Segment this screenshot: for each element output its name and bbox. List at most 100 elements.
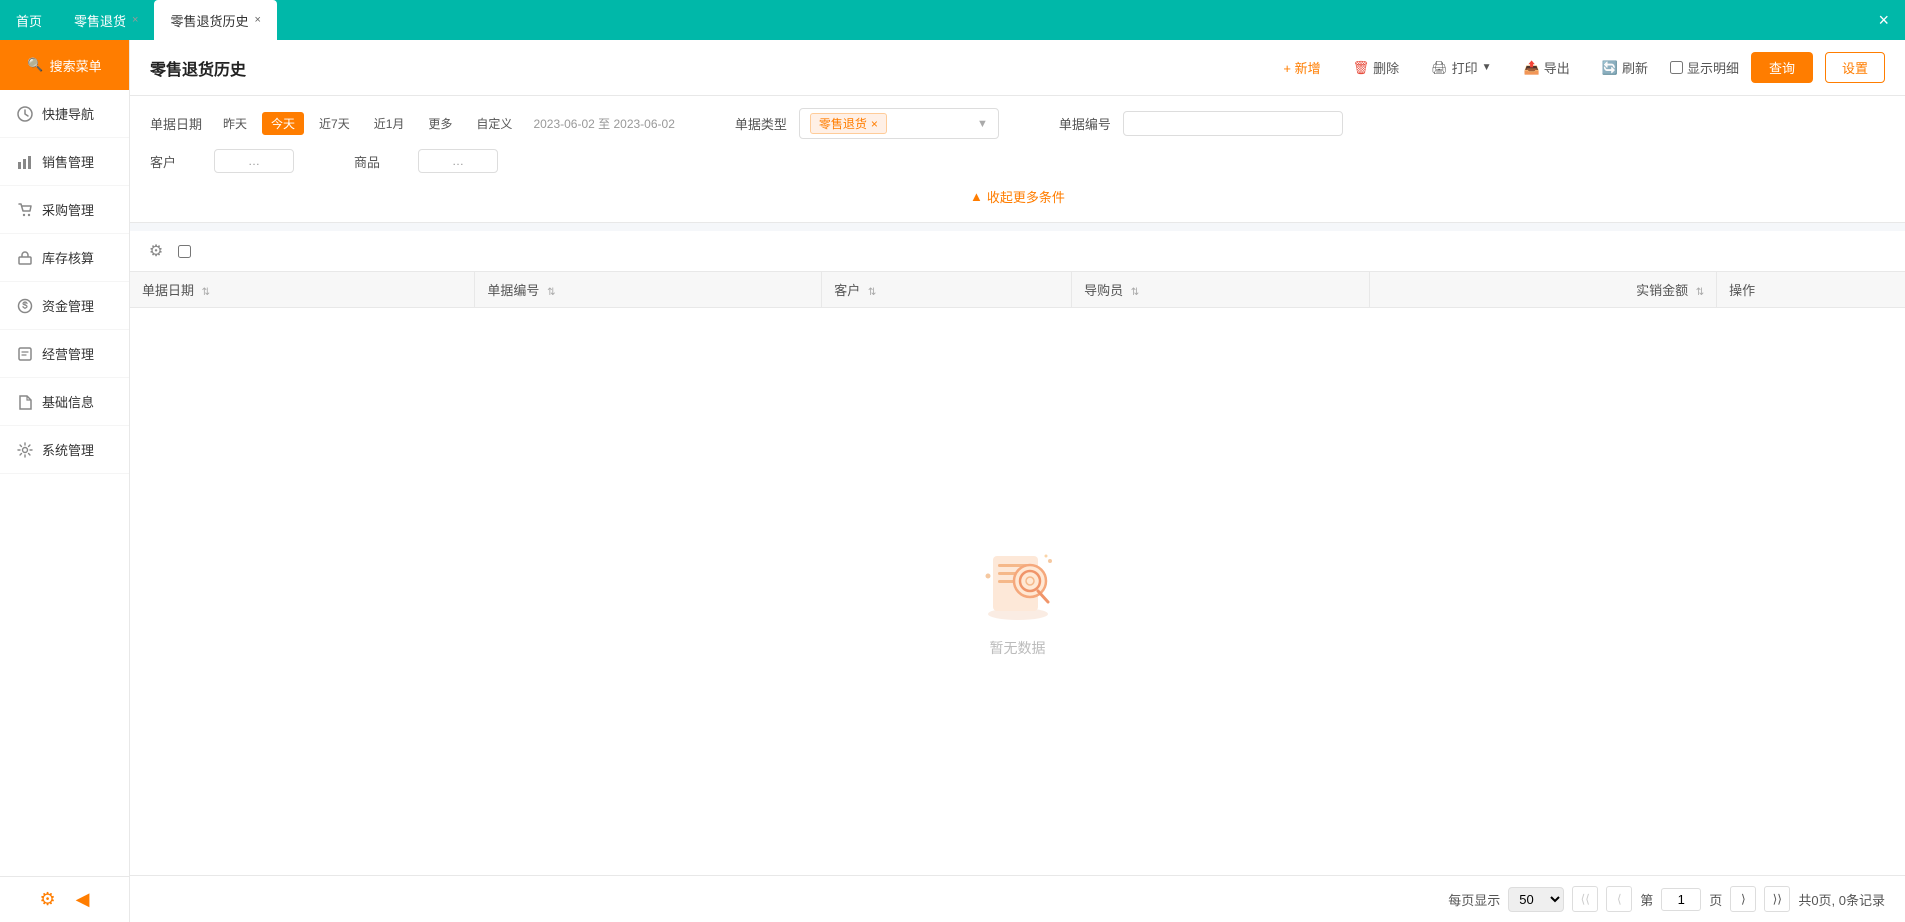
sort-customer-icon[interactable]: ⇅ — [868, 287, 876, 298]
page-header: 零售退货历史 + 新增 🗑 删除 🖨 打印 ▼ 📤 导出 🔄 — [130, 40, 1905, 96]
bill-type-tag-close[interactable]: × — [871, 117, 878, 131]
sidebar-item-sales-mgmt-label: 销售管理 — [42, 152, 94, 171]
bill-date-label: 单据日期 — [150, 114, 206, 133]
table-container: ⚙ 单据日期 ⇅ 单据编号 ⇅ 客户 — [130, 231, 1905, 922]
filter-bill-no: 单据编号 — [1059, 111, 1343, 136]
collapse-label: 收起更多条件 — [987, 187, 1065, 206]
date-range: 2023-06-02 至 2023-06-02 — [533, 115, 674, 132]
bill-type-dropdown-icon: ▼ — [977, 118, 988, 130]
goods-select-btn[interactable]: … — [418, 149, 498, 173]
query-button[interactable]: 查询 — [1751, 52, 1813, 83]
sidebar-item-finance-mgmt-label: 资金管理 — [42, 296, 94, 315]
filter-row-2: 客户 … 商品 … — [150, 149, 1885, 173]
collapse-row: ▲ 收起更多条件 — [150, 183, 1885, 210]
per-page-select[interactable]: 10 20 50 100 — [1508, 887, 1564, 912]
window-close-icon[interactable]: × — [1878, 10, 1889, 31]
sidebar-item-ops-mgmt[interactable]: 经营管理 — [0, 330, 129, 378]
sidebar-item-sys-mgmt[interactable]: 系统管理 — [0, 426, 129, 474]
date-btn-7days[interactable]: 近7天 — [310, 112, 359, 135]
page-input[interactable] — [1661, 888, 1701, 911]
page-prev-btn[interactable]: ⟨ — [1606, 886, 1632, 912]
main-layout: 🔍 搜索菜单 快捷导航 销售管理 采购管理 库存核算 — [0, 40, 1905, 922]
content-area: 零售退货历史 + 新增 🗑 删除 🖨 打印 ▼ 📤 导出 🔄 — [130, 40, 1905, 922]
sidebar-search[interactable]: 🔍 搜索菜单 — [0, 40, 129, 90]
customer-select-btn[interactable]: … — [214, 149, 294, 173]
quick-nav-icon — [16, 105, 34, 123]
col-bill-no: 单据编号 ⇅ — [475, 272, 822, 308]
bill-type-select[interactable]: 零售退货 × ▼ — [799, 108, 999, 139]
empty-state: 暂无数据 — [130, 308, 1905, 875]
table-header-row: 单据日期 ⇅ 单据编号 ⇅ 客户 ⇅ 导购员 ⇅ — [130, 272, 1905, 308]
date-btn-custom[interactable]: 自定义 — [467, 112, 521, 135]
table-settings-icon[interactable]: ⚙ — [142, 237, 170, 265]
sort-bill-date-icon[interactable]: ⇅ — [202, 287, 210, 298]
filter-customer: 客户 … — [150, 149, 294, 173]
collapse-arrow-icon: ▲ — [970, 189, 983, 204]
bill-no-input[interactable] — [1123, 111, 1343, 136]
pagination: 每页显示 10 20 50 100 ⟨⟨ ⟨ 第 页 ⟩ ⟩⟩ 共0页, 0条记… — [130, 875, 1905, 922]
ops-mgmt-icon — [16, 345, 34, 363]
empty-text: 暂无数据 — [990, 638, 1046, 658]
sidebar-item-quick-nav[interactable]: 快捷导航 — [0, 90, 129, 138]
setting-button[interactable]: 设置 — [1825, 52, 1885, 83]
print-icon: 🖨 — [1431, 60, 1448, 76]
sales-mgmt-icon — [16, 153, 34, 171]
tab-retail-return-history[interactable]: 零售退货历史 × — [154, 0, 276, 40]
date-btn-more[interactable]: 更多 — [419, 112, 461, 135]
top-bar-right: × — [1878, 10, 1905, 31]
search-icon: 🔍 — [27, 57, 43, 73]
page-last-btn[interactable]: ⟩⟩ — [1764, 886, 1790, 912]
collapse-btn[interactable]: ▲ 收起更多条件 — [958, 183, 1077, 210]
filter-area: 单据日期 昨天 今天 近7天 近1月 更多 自定义 2023-06-02 至 2… — [130, 96, 1905, 223]
tab-retail-return-history-close[interactable]: × — [254, 14, 260, 26]
sys-mgmt-icon — [16, 441, 34, 459]
new-button[interactable]: + 新增 — [1273, 53, 1330, 82]
basic-info-icon — [16, 393, 34, 411]
bill-no-label: 单据编号 — [1059, 114, 1115, 133]
date-btn-today[interactable]: 今天 — [262, 112, 304, 135]
tab-retail-return-close[interactable]: × — [132, 14, 138, 26]
tab-home[interactable]: 首页 — [0, 0, 58, 40]
sidebar: 🔍 搜索菜单 快捷导航 销售管理 采购管理 库存核算 — [0, 40, 130, 922]
sidebar-search-label: 搜索菜单 — [50, 56, 102, 75]
sidebar-settings-icon[interactable]: ⚙ — [40, 889, 56, 910]
sort-guide-icon[interactable]: ⇅ — [1131, 287, 1139, 298]
header-actions: + 新增 🗑 删除 🖨 打印 ▼ 📤 导出 🔄 刷新 — [1273, 52, 1885, 83]
sidebar-item-quick-nav-label: 快捷导航 — [42, 104, 94, 123]
export-button[interactable]: 📤 导出 — [1514, 53, 1580, 82]
date-btn-yesterday[interactable]: 昨天 — [214, 112, 256, 135]
sidebar-collapse-icon[interactable]: ◀ — [76, 889, 90, 910]
col-guide: 导购员 ⇅ — [1072, 272, 1370, 308]
delete-button[interactable]: 🗑 删除 — [1343, 53, 1410, 82]
goods-label: 商品 — [354, 152, 410, 171]
table-select-all[interactable] — [178, 245, 191, 258]
date-options: 昨天 今天 近7天 近1月 更多 自定义 — [214, 112, 521, 135]
print-button[interactable]: 🖨 打印 ▼ — [1421, 53, 1501, 82]
top-bar: 首页 零售退货 × 零售退货历史 × × — [0, 0, 1905, 40]
export-icon: 📤 — [1524, 60, 1540, 76]
date-btn-1month[interactable]: 近1月 — [365, 112, 414, 135]
col-bill-date: 单据日期 ⇅ — [130, 272, 475, 308]
show-detail-checkbox[interactable]: 显示明细 — [1670, 58, 1739, 77]
col-actual-amount: 实销金额 ⇅ — [1370, 272, 1717, 308]
page-first-btn[interactable]: ⟨⟨ — [1572, 886, 1598, 912]
refresh-icon: 🔄 — [1602, 60, 1618, 76]
sidebar-item-inventory[interactable]: 库存核算 — [0, 234, 129, 282]
finance-mgmt-icon — [16, 297, 34, 315]
sidebar-item-finance-mgmt[interactable]: 资金管理 — [0, 282, 129, 330]
col-customer: 客户 ⇅ — [822, 272, 1072, 308]
sort-actual-amount-icon[interactable]: ⇅ — [1696, 287, 1704, 298]
sidebar-item-basic-info[interactable]: 基础信息 — [0, 378, 129, 426]
refresh-button[interactable]: 🔄 刷新 — [1592, 53, 1658, 82]
filter-bill-date: 单据日期 昨天 今天 近7天 近1月 更多 自定义 2023-06-02 至 2… — [150, 112, 675, 135]
sidebar-bottom: ⚙ ◀ — [0, 876, 129, 922]
filter-goods: 商品 … — [354, 149, 498, 173]
sort-bill-no-icon[interactable]: ⇅ — [547, 287, 555, 298]
page-next-btn[interactable]: ⟩ — [1730, 886, 1756, 912]
sidebar-item-purchase-mgmt[interactable]: 采购管理 — [0, 186, 129, 234]
sidebar-item-sales-mgmt[interactable]: 销售管理 — [0, 138, 129, 186]
bill-type-label: 单据类型 — [735, 114, 791, 133]
tab-retail-return[interactable]: 零售退货 × — [58, 0, 154, 40]
inventory-icon — [16, 249, 34, 267]
sidebar-item-purchase-mgmt-label: 采购管理 — [42, 200, 94, 219]
